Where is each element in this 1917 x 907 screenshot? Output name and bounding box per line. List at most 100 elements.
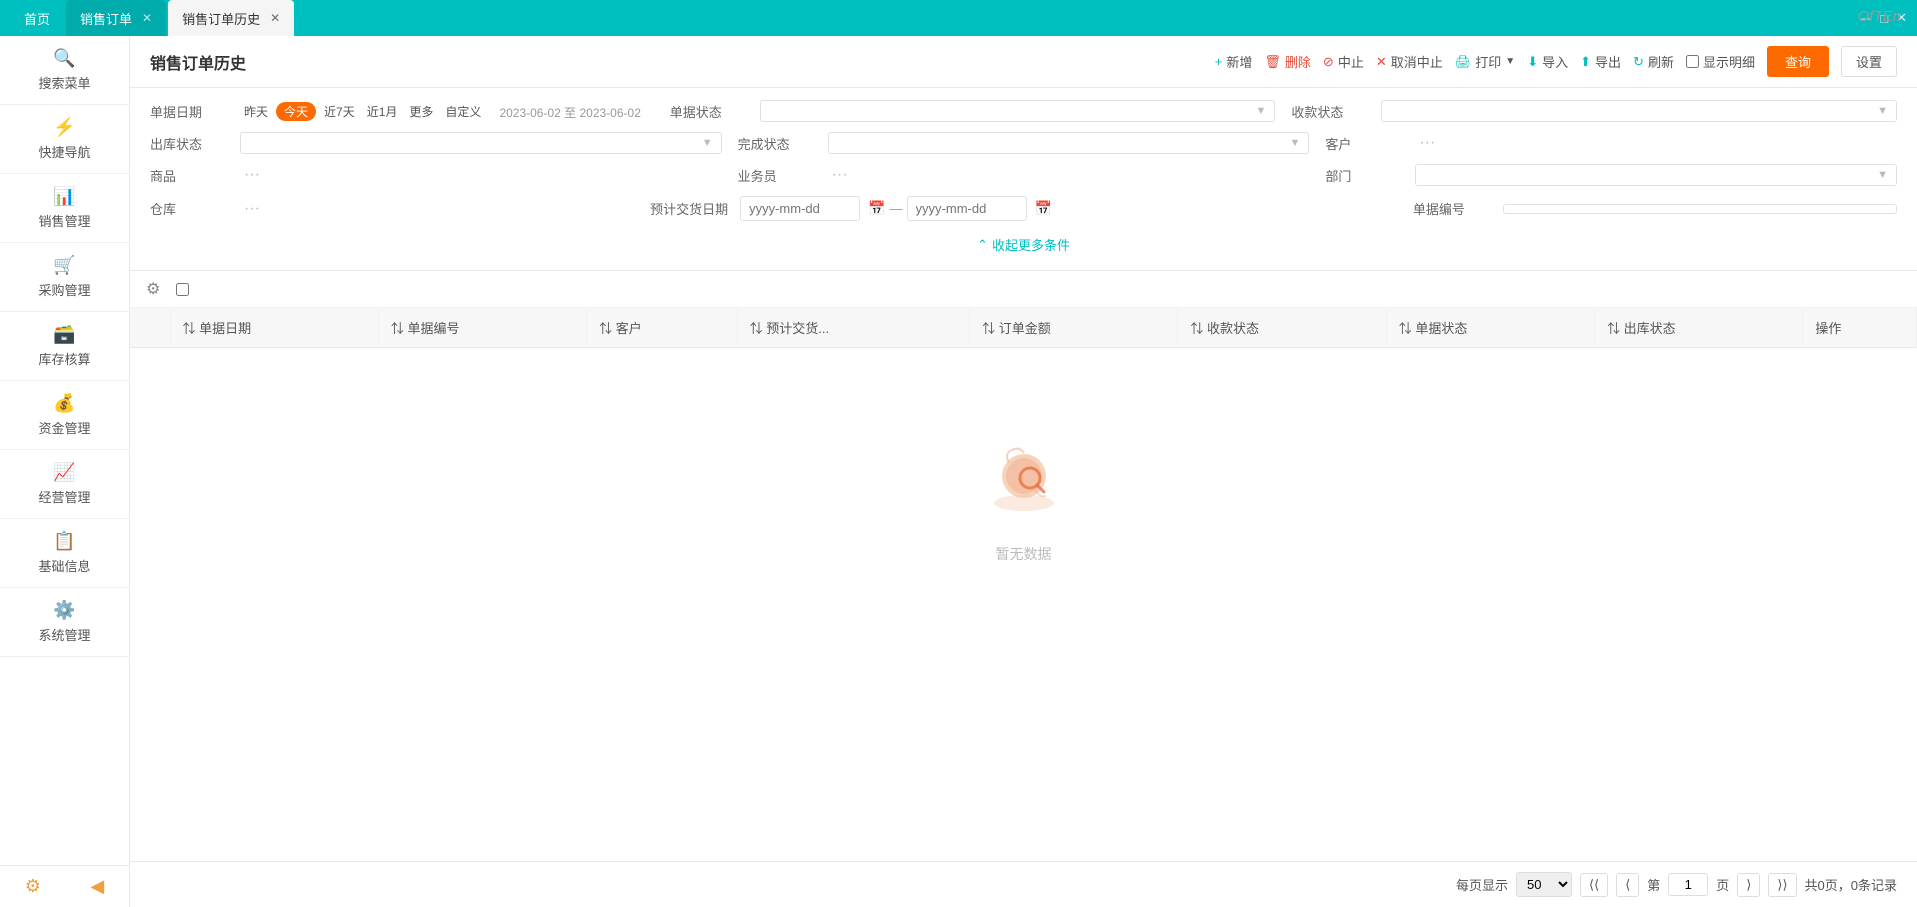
filter-row-4: 仓库 ··· 预计交货日期 📅 — 📅 单据编号 xyxy=(150,196,1897,221)
refresh-button[interactable]: ↻ 刷新 xyxy=(1633,52,1674,71)
delivery-date-end-input[interactable] xyxy=(907,196,1027,221)
th-customer-label: ⇅ 客户 xyxy=(599,321,642,336)
import-button[interactable]: ⬇ 导入 xyxy=(1527,52,1568,71)
custom-btn[interactable]: 自定义 xyxy=(441,102,485,121)
th-date[interactable]: ⇅ 单据日期 xyxy=(170,308,378,348)
sidebar-item-ops-mgmt[interactable]: 📈 经营管理 xyxy=(0,450,129,519)
salesman-select-dots[interactable]: ··· xyxy=(828,166,852,184)
tab-sales-order[interactable]: 销售订单 ✕ xyxy=(66,0,166,36)
data-table: ⇅ 单据日期 ⇅ 单据编号 ⇅ 客户 ⇅ 预计交货... ⇅ 订单金额 xyxy=(130,308,1917,348)
today-btn[interactable]: 今天 xyxy=(276,102,316,121)
sidebar-item-finance-mgmt[interactable]: 💰 资金管理 xyxy=(0,381,129,450)
basic-info-icon: 📋 xyxy=(53,531,75,552)
filter-row-3: 商品 ··· 业务员 ··· 部门 ▼ xyxy=(150,164,1897,186)
date-quick-buttons: 昨天 今天 近7天 近1月 更多 自定义 xyxy=(240,102,485,121)
th-amount-label: ⇅ 订单金额 xyxy=(982,321,1051,336)
th-order-no-label: ⇅ 单据编号 xyxy=(391,321,460,336)
export-button[interactable]: ⬆ 导出 xyxy=(1580,52,1621,71)
sidebar-item-purchase-mgmt[interactable]: 🛒 采购管理 xyxy=(0,243,129,312)
th-payment-status[interactable]: ⇅ 收款状态 xyxy=(1178,308,1386,348)
payment-status-select[interactable]: ▼ xyxy=(1381,100,1897,122)
stop-button[interactable]: ⊘ 中止 xyxy=(1323,52,1364,71)
finance-mgmt-label: 资金管理 xyxy=(38,418,90,437)
brand-watermark: OfTEn xyxy=(1842,0,1917,33)
warehouse-select-dots[interactable]: ··· xyxy=(240,200,264,218)
page-word: 页 xyxy=(1716,875,1729,894)
sidebar-settings-icon[interactable]: ⚙ xyxy=(25,876,41,897)
top-bar: 首页 销售订单 ✕ 销售订单历史 ✕ － □ ✕ xyxy=(0,0,1917,36)
th-amount[interactable]: ⇅ 订单金额 xyxy=(970,308,1178,348)
import-icon: ⬇ xyxy=(1527,54,1538,70)
sales-mgmt-label: 销售管理 xyxy=(38,211,90,230)
delete-icon: 🗑 xyxy=(1264,54,1281,70)
yesterday-btn[interactable]: 昨天 xyxy=(240,102,272,121)
new-button[interactable]: + 新增 xyxy=(1215,52,1253,71)
th-order-status[interactable]: ⇅ 单据状态 xyxy=(1386,308,1594,348)
dept-select[interactable]: ▼ xyxy=(1415,164,1897,186)
empty-state-text: 暂无数据 xyxy=(996,544,1052,564)
complete-status-select[interactable]: ▼ xyxy=(828,132,1310,154)
product-select-dots[interactable]: ··· xyxy=(240,166,264,184)
th-customer[interactable]: ⇅ 客户 xyxy=(587,308,737,348)
sidebar-item-inventory-calc[interactable]: 🗃️ 库存核算 xyxy=(0,312,129,381)
sidebar-bottom: ⚙ ◀ xyxy=(0,865,129,907)
tab-sales-order-history[interactable]: 销售订单历史 ✕ xyxy=(168,0,294,36)
th-payment-status-label: ⇅ 收款状态 xyxy=(1190,321,1259,336)
payment-status-label: 收款状态 xyxy=(1291,102,1381,121)
delete-button[interactable]: 🗑 删除 xyxy=(1264,52,1311,71)
tab-home[interactable]: 首页 xyxy=(10,0,64,36)
prev-page-button[interactable]: ⟨ xyxy=(1616,873,1639,897)
sales-order-history-tab-close[interactable]: ✕ xyxy=(270,11,280,25)
query-button[interactable]: 查询 xyxy=(1767,46,1829,77)
order-no-input[interactable] xyxy=(1503,204,1897,214)
sales-order-tab-close[interactable]: ✕ xyxy=(142,11,152,25)
th-delivery-status[interactable]: ⇅ 出库状态 xyxy=(1595,308,1803,348)
display-toggle-checkbox[interactable] xyxy=(1686,55,1699,68)
purchase-mgmt-label: 采购管理 xyxy=(38,280,90,299)
select-all-checkbox[interactable] xyxy=(176,283,189,296)
last7-btn[interactable]: 近7天 xyxy=(320,102,359,121)
search-menu-label: 搜索菜单 xyxy=(38,73,90,92)
new-label: 新增 xyxy=(1226,52,1252,71)
date-filter-label: 单据日期 xyxy=(150,102,240,121)
quick-nav-icon: ⚡ xyxy=(53,117,75,138)
sidebar-item-quick-nav[interactable]: ⚡ 快捷导航 xyxy=(0,105,129,174)
last1m-btn[interactable]: 近1月 xyxy=(363,102,402,121)
sidebar-item-search-menu[interactable]: 🔍 搜索菜单 xyxy=(0,36,129,105)
content-area: 销售订单历史 + 新增 🗑 删除 ⊘ 中止 ✕ 取消中止 xyxy=(130,36,1917,907)
order-status-select[interactable]: ▼ xyxy=(760,100,1276,122)
th-delivery-date[interactable]: ⇅ 预计交货... xyxy=(737,308,969,348)
sidebar-collapse-icon[interactable]: ◀ xyxy=(90,876,104,897)
sales-order-tab-label: 销售订单 xyxy=(80,9,132,28)
pagination: 每页显示 50 10 20 100 ⟨⟨ ⟨ 第 页 ⟩ ⟩⟩ 共0页，0条记录 xyxy=(130,861,1917,907)
toolbar: + 新增 🗑 删除 ⊘ 中止 ✕ 取消中止 🖨 打印 xyxy=(1215,46,1897,77)
customer-select-dots[interactable]: ··· xyxy=(1415,134,1439,152)
delivery-date-start-calendar-icon[interactable]: 📅 xyxy=(868,200,885,217)
collapse-up-icon: ⌃ xyxy=(977,237,988,253)
sidebar-item-sales-mgmt[interactable]: 📊 销售管理 xyxy=(0,174,129,243)
page-size-select[interactable]: 50 10 20 100 xyxy=(1516,872,1572,897)
print-button[interactable]: 🖨 打印 ▼ xyxy=(1455,52,1515,71)
delivery-status-select[interactable]: ▼ xyxy=(240,132,722,154)
more-btn[interactable]: 更多 xyxy=(405,102,437,121)
th-delivery-date-label: ⇅ 预计交货... xyxy=(750,321,829,336)
page-word-label: 第 xyxy=(1647,875,1660,894)
table-settings-icon[interactable]: ⚙ xyxy=(146,279,160,299)
th-order-no[interactable]: ⇅ 单据编号 xyxy=(378,308,586,348)
brand-text: OfTEn xyxy=(1858,8,1901,25)
salesman-filter-label: 业务员 xyxy=(738,166,828,185)
sidebar: 🔍 搜索菜单 ⚡ 快捷导航 📊 销售管理 🛒 采购管理 🗃️ 库存核算 💰 资金… xyxy=(0,36,130,907)
delivery-date-end-calendar-icon[interactable]: 📅 xyxy=(1035,200,1052,217)
th-checkbox xyxy=(130,308,170,348)
first-page-button[interactable]: ⟨⟨ xyxy=(1580,873,1608,897)
customer-filter-label: 客户 xyxy=(1325,134,1415,153)
settings-button[interactable]: 设置 xyxy=(1841,46,1897,77)
next-page-button[interactable]: ⟩ xyxy=(1737,873,1760,897)
collapse-button[interactable]: ⌃ 收起更多条件 xyxy=(150,231,1897,258)
cancel-stop-button[interactable]: ✕ 取消中止 xyxy=(1376,52,1443,71)
delivery-date-start-input[interactable] xyxy=(740,196,860,221)
last-page-button[interactable]: ⟩⟩ xyxy=(1768,873,1796,897)
sidebar-item-basic-info[interactable]: 📋 基础信息 xyxy=(0,519,129,588)
sidebar-item-system-mgmt[interactable]: ⚙️ 系统管理 xyxy=(0,588,129,657)
page-input[interactable] xyxy=(1668,873,1708,896)
